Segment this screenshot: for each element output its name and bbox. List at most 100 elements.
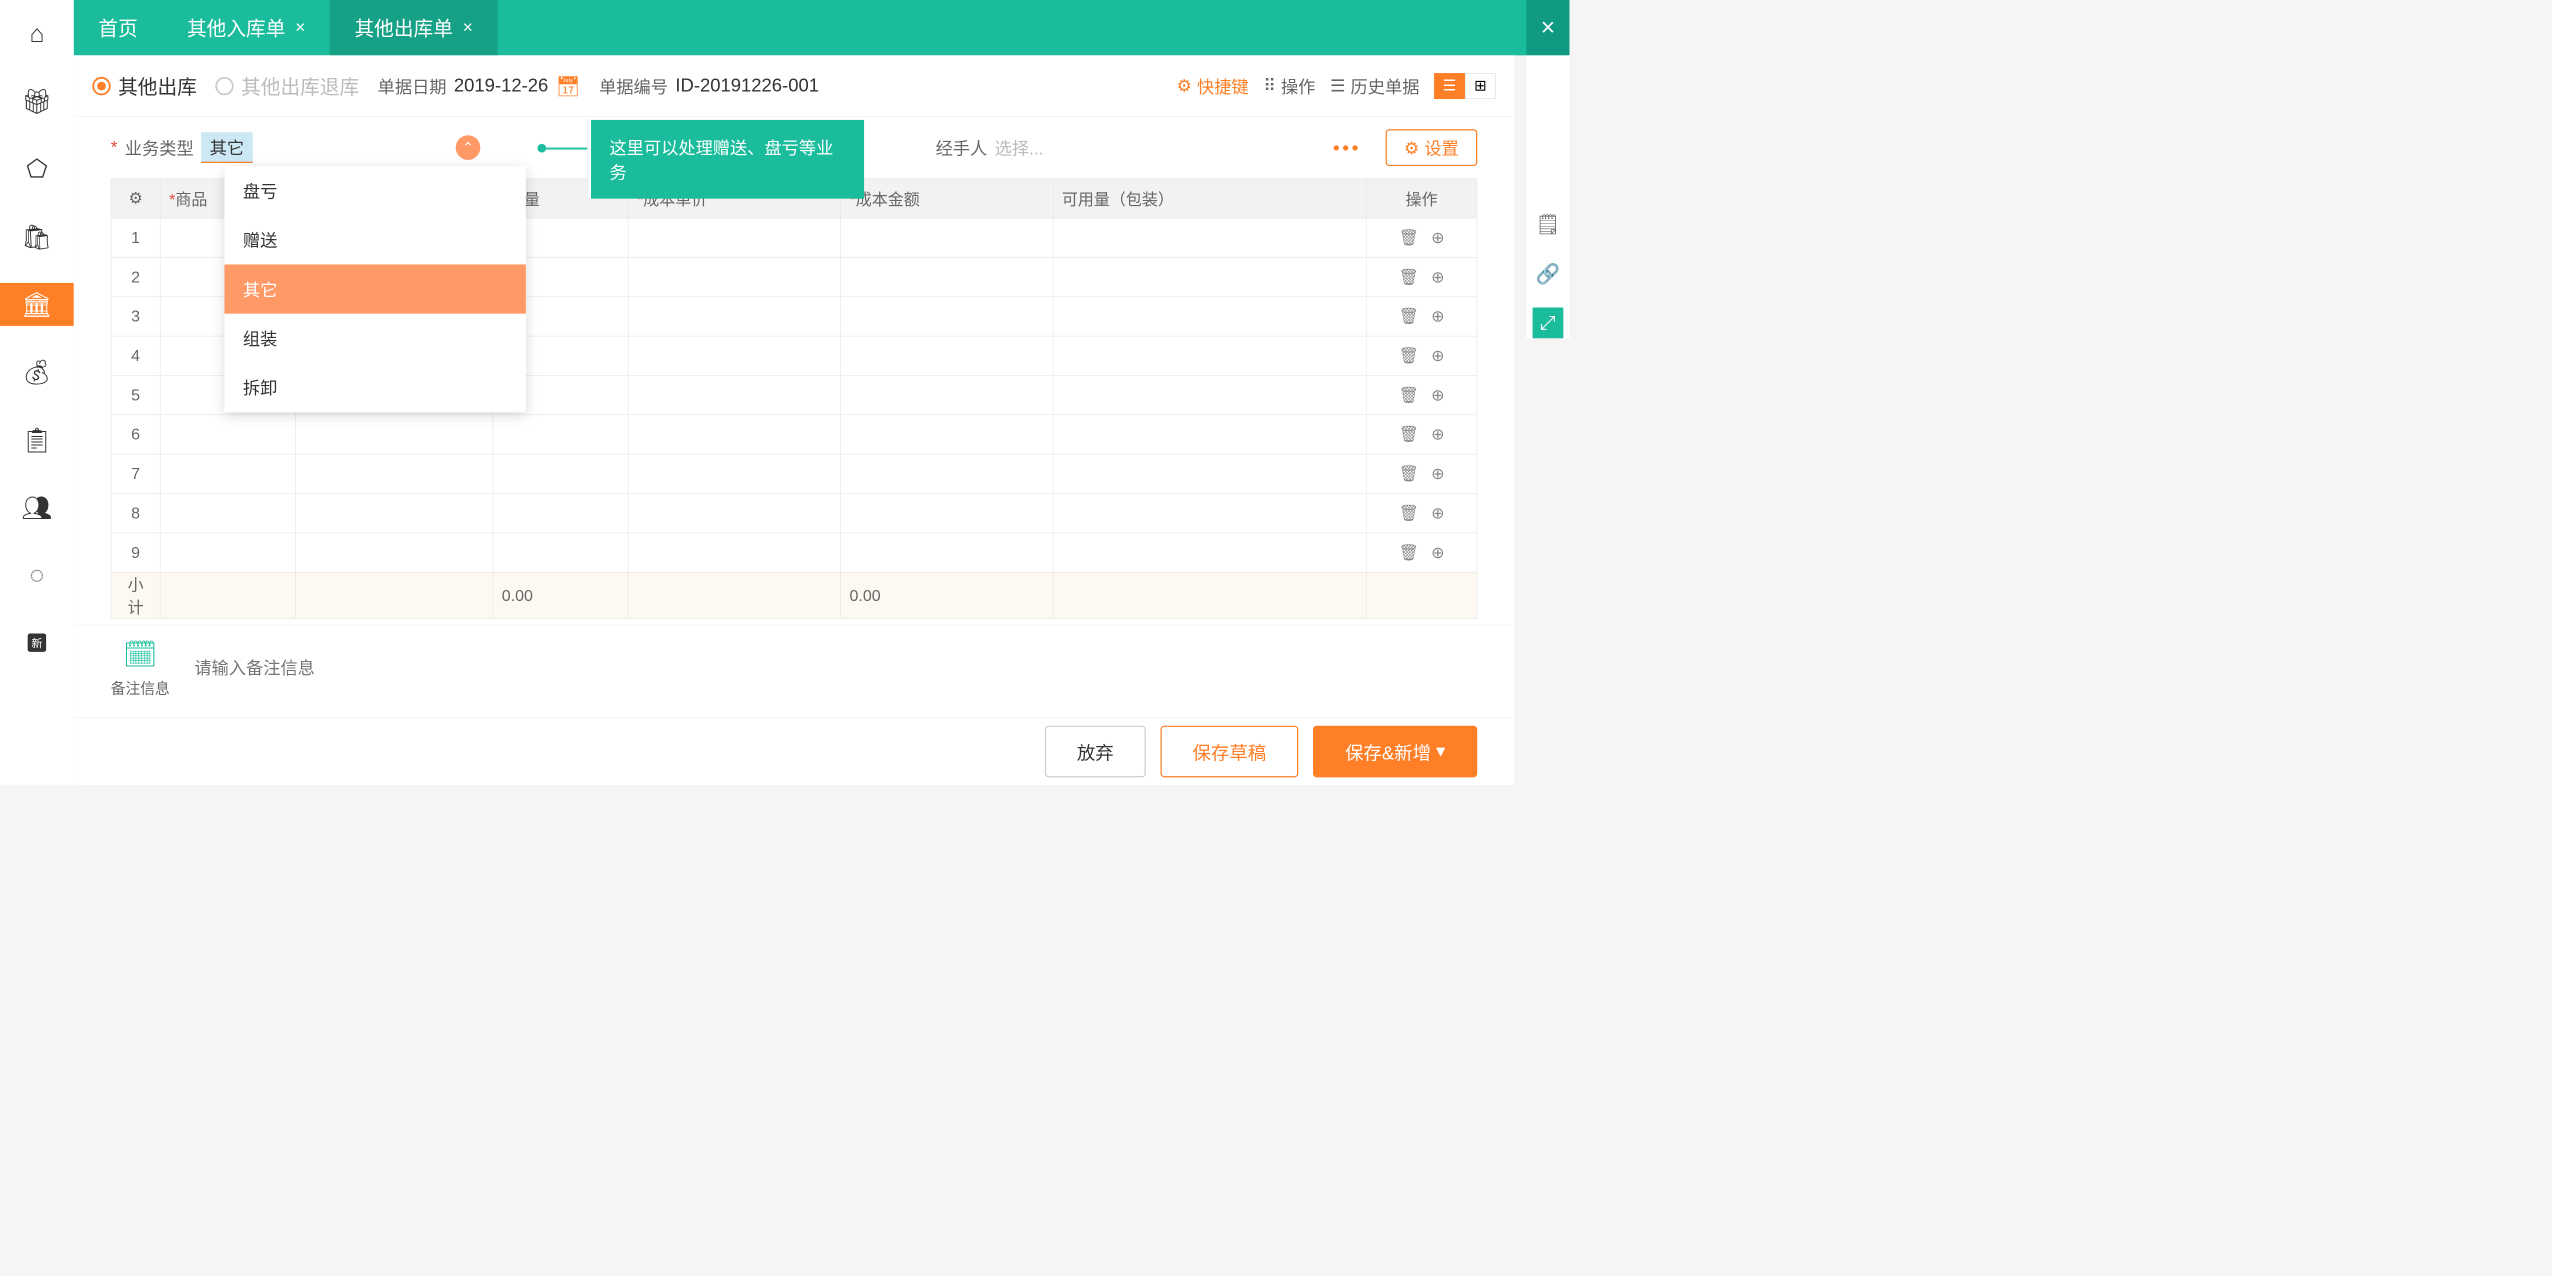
cell-stock-unit[interactable] — [295, 494, 492, 533]
sidebar-money[interactable]: 💰︎ — [0, 351, 74, 394]
rail-expand-icon[interactable]: ⤢ — [1533, 308, 1564, 339]
cell-quantity[interactable] — [493, 415, 628, 454]
cell-available[interactable] — [1053, 257, 1366, 296]
view-grid-button[interactable]: ⊞ — [1465, 73, 1496, 99]
cell-cost-price[interactable] — [628, 415, 840, 454]
cell-product[interactable] — [160, 415, 295, 454]
close-icon[interactable]: × — [463, 18, 473, 38]
cell-cost-amount[interactable] — [841, 375, 1053, 414]
operation-link[interactable]: ⠿操作 — [1263, 73, 1315, 98]
delete-icon[interactable]: 🗑︎ — [1399, 386, 1419, 405]
save-draft-button[interactable]: 保存草稿 — [1160, 725, 1298, 777]
handler-input[interactable]: 选择... — [995, 135, 1069, 160]
sidebar-report[interactable]: 📋︎ — [0, 418, 74, 461]
shortcut-link[interactable]: ⚙快捷键 — [1177, 73, 1249, 98]
add-icon[interactable]: ⊕ — [1431, 228, 1444, 247]
cell-cost-price[interactable] — [628, 336, 840, 375]
delete-icon[interactable]: 🗑︎ — [1399, 504, 1419, 523]
sidebar-new[interactable]: 新 — [0, 621, 74, 664]
dropdown-item-chaixie[interactable]: 拆卸 — [224, 363, 525, 412]
tab-other-out[interactable]: 其他出库单× — [330, 0, 498, 55]
add-icon[interactable]: ⊕ — [1431, 464, 1444, 483]
add-icon[interactable]: ⊕ — [1431, 307, 1444, 326]
dropdown-item-pankui[interactable]: 盘亏 — [224, 166, 525, 215]
delete-icon[interactable]: 🗑︎ — [1399, 543, 1419, 562]
cell-cost-price[interactable] — [628, 375, 840, 414]
tab-home[interactable]: 首页 — [74, 0, 163, 55]
cell-product[interactable] — [160, 494, 295, 533]
cell-cost-amount[interactable] — [841, 257, 1053, 296]
save-new-button[interactable]: 保存&新增▾ — [1313, 725, 1477, 777]
dropdown-item-zengsong[interactable]: 赠送 — [224, 215, 525, 264]
cell-cost-price[interactable] — [628, 494, 840, 533]
cell-product[interactable] — [160, 454, 295, 493]
rail-link-icon[interactable]: 🔗 — [1533, 258, 1564, 289]
cell-stock-unit[interactable] — [295, 415, 492, 454]
cell-cost-price[interactable] — [628, 218, 840, 257]
add-icon[interactable]: ⊕ — [1431, 386, 1444, 405]
delete-icon[interactable]: 🗑︎ — [1399, 346, 1419, 365]
cell-available[interactable] — [1053, 415, 1366, 454]
settings-button[interactable]: ⚙设置 — [1386, 129, 1478, 166]
sidebar-dollar[interactable]: ⬠ — [0, 148, 74, 191]
biz-type-input[interactable]: 其它 — [201, 132, 253, 163]
radio-other-out[interactable]: 其他出库 — [92, 72, 197, 100]
add-icon[interactable]: ⊕ — [1431, 268, 1444, 287]
calendar-icon[interactable]: 📅︎ — [556, 74, 581, 97]
table-row[interactable]: 9🗑︎⊕ — [111, 533, 1477, 572]
add-icon[interactable]: ⊕ — [1431, 346, 1444, 365]
sidebar-warehouse[interactable]: 🏛︎ — [0, 283, 74, 326]
add-icon[interactable]: ⊕ — [1431, 504, 1444, 523]
rail-note-icon[interactable]: 🗒︎ — [1533, 209, 1564, 240]
cell-cost-price[interactable] — [628, 297, 840, 336]
delete-icon[interactable]: 🗑︎ — [1399, 464, 1419, 483]
add-icon[interactable]: ⊕ — [1431, 425, 1444, 444]
cell-cost-price[interactable] — [628, 454, 840, 493]
table-row[interactable]: 8🗑︎⊕ — [111, 494, 1477, 533]
cell-quantity[interactable] — [493, 454, 628, 493]
cell-available[interactable] — [1053, 297, 1366, 336]
delete-icon[interactable]: 🗑︎ — [1399, 307, 1419, 326]
cell-available[interactable] — [1053, 454, 1366, 493]
radio-other-out-return[interactable]: 其他出库退库 — [215, 72, 359, 100]
more-dots-icon[interactable]: ••• — [1333, 136, 1361, 159]
dropdown-item-zuzhuang[interactable]: 组装 — [224, 314, 525, 363]
table-row[interactable]: 6🗑︎⊕ — [111, 415, 1477, 454]
cell-cost-amount[interactable] — [841, 218, 1053, 257]
cell-available[interactable] — [1053, 218, 1366, 257]
dropdown-item-qita[interactable]: 其它 — [224, 264, 525, 313]
close-all-button[interactable]: × — [1526, 0, 1569, 55]
notes-input[interactable] — [194, 658, 1477, 678]
sidebar-bag[interactable]: 🛍︎ — [0, 215, 74, 258]
cell-cost-amount[interactable] — [841, 297, 1053, 336]
cell-stock-unit[interactable] — [295, 533, 492, 572]
view-list-button[interactable]: ☰ — [1434, 73, 1465, 99]
cell-stock-unit[interactable] — [295, 454, 492, 493]
table-row[interactable]: 7🗑︎⊕ — [111, 454, 1477, 493]
cell-product[interactable] — [160, 533, 295, 572]
chevron-up-icon[interactable]: ⌃ — [456, 135, 481, 160]
tab-other-in[interactable]: 其他入库单× — [162, 0, 330, 55]
cell-cost-price[interactable] — [628, 257, 840, 296]
sidebar-sync[interactable]: ◌ — [0, 554, 74, 597]
delete-icon[interactable]: 🗑︎ — [1399, 425, 1419, 444]
cell-cost-amount[interactable] — [841, 494, 1053, 533]
cell-quantity[interactable] — [493, 533, 628, 572]
cell-quantity[interactable] — [493, 494, 628, 533]
gear-column-header[interactable]: ⚙ — [111, 179, 160, 218]
cell-available[interactable] — [1053, 336, 1366, 375]
cell-cost-amount[interactable] — [841, 454, 1053, 493]
add-icon[interactable]: ⊕ — [1431, 543, 1444, 562]
sidebar-home[interactable]: ⌂ — [0, 12, 74, 55]
cell-cost-amount[interactable] — [841, 336, 1053, 375]
close-icon[interactable]: × — [295, 18, 305, 38]
cell-available[interactable] — [1053, 375, 1366, 414]
sidebar-contacts[interactable]: 👥︎ — [0, 486, 74, 529]
cell-available[interactable] — [1053, 533, 1366, 572]
history-link[interactable]: ☰历史单据 — [1330, 73, 1419, 98]
cell-cost-amount[interactable] — [841, 533, 1053, 572]
discard-button[interactable]: 放弃 — [1045, 725, 1146, 777]
cell-cost-amount[interactable] — [841, 415, 1053, 454]
cell-cost-price[interactable] — [628, 533, 840, 572]
delete-icon[interactable]: 🗑︎ — [1399, 228, 1419, 247]
